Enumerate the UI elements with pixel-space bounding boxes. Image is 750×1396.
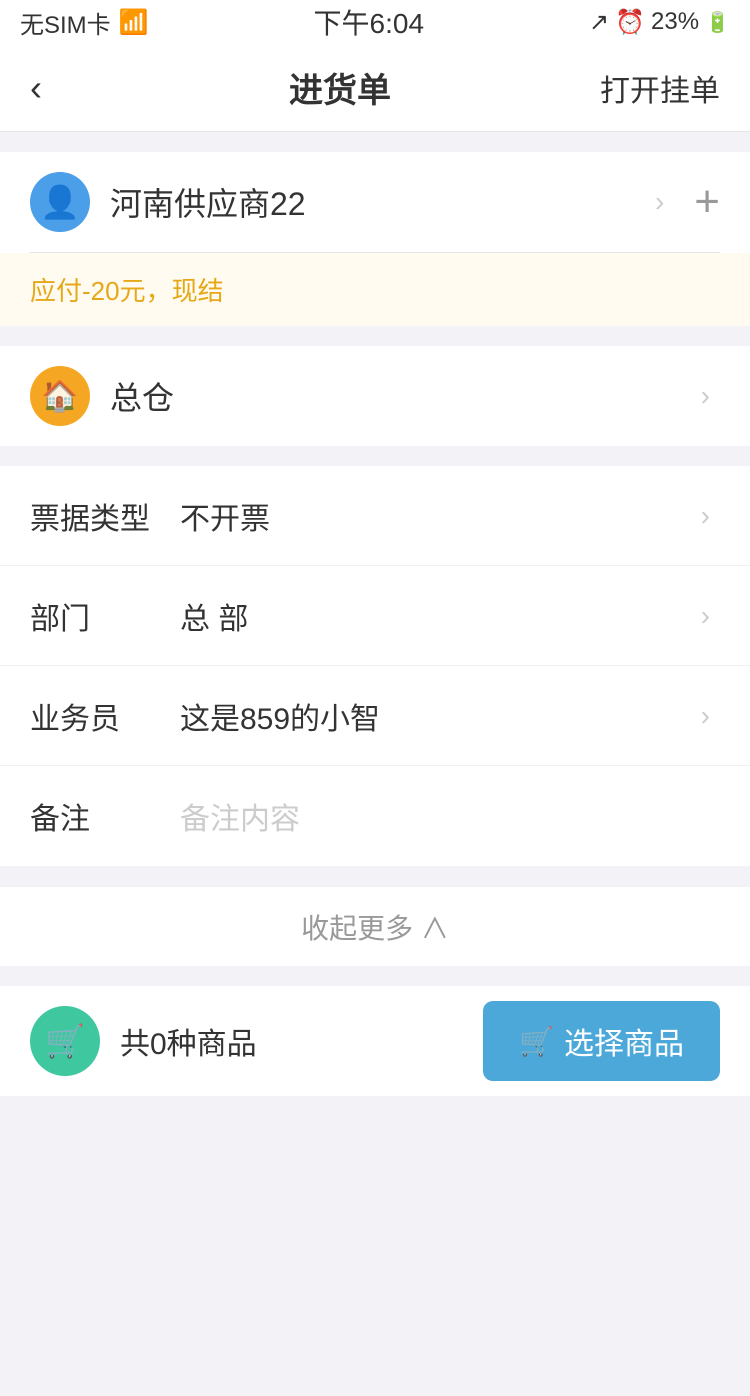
department-label: 部门	[30, 594, 160, 638]
warehouse-icon: 🏠	[41, 379, 78, 414]
bottom-bar: 🛒 共0种商品 🛒 选择商品	[0, 986, 750, 1096]
collapse-label: 收起更多 ∧	[301, 907, 449, 947]
remark-row[interactable]: 备注 备注内容	[0, 766, 750, 866]
section-gap-1	[0, 132, 750, 152]
rest-area	[0, 1096, 750, 1396]
battery-icon: 🔋	[705, 10, 730, 35]
carrier-label: 无SIM卡	[20, 5, 111, 40]
department-chevron-icon: ›	[701, 600, 710, 632]
supplier-avatar: 👤	[30, 172, 90, 232]
salesperson-chevron-icon: ›	[701, 700, 710, 732]
supplier-chevron-icon: ›	[655, 186, 664, 218]
invoice-type-label: 票据类型	[30, 494, 160, 538]
supplier-row[interactable]: 👤 河南供应商22 › +	[0, 152, 750, 252]
invoice-type-row[interactable]: 票据类型 不开票 ›	[0, 466, 750, 566]
warehouse-row[interactable]: 🏠 总仓 ›	[0, 346, 750, 446]
page-title: 进货单	[90, 63, 590, 112]
status-bar: 无SIM卡 📶 下午6:04 ↗ ⏰ 23% 🔋	[0, 0, 750, 44]
nav-bar: ‹ 进货单 打开挂单	[0, 44, 750, 132]
warehouse-icon-wrap: 🏠	[30, 366, 90, 426]
salesperson-label: 业务员	[30, 694, 160, 738]
wifi-icon: 📶	[119, 8, 149, 37]
select-btn-icon: 🛒	[519, 1025, 554, 1058]
invoice-type-chevron-icon: ›	[701, 500, 710, 532]
status-time: 下午6:04	[314, 2, 425, 42]
add-supplier-button[interactable]: +	[694, 177, 720, 227]
location-icon: ↗	[589, 8, 609, 37]
department-value: 总 部	[160, 594, 701, 638]
invoice-type-value: 不开票	[160, 494, 701, 538]
collapse-toggle[interactable]: 收起更多 ∧	[0, 886, 750, 966]
select-product-button[interactable]: 🛒 选择商品	[483, 1001, 720, 1081]
cart-icon: 🛒	[45, 1022, 85, 1060]
open-pending-button[interactable]: 打开挂单	[590, 66, 720, 110]
status-right: ↗ ⏰ 23% 🔋	[589, 8, 730, 37]
supplier-name: 河南供应商22	[110, 179, 655, 225]
salesperson-value: 这是859的小智	[160, 694, 701, 738]
department-row[interactable]: 部门 总 部 ›	[0, 566, 750, 666]
notice-banner: 应付-20元，现结	[0, 253, 750, 326]
battery-label: 23%	[651, 8, 699, 36]
remark-input[interactable]: 备注内容	[160, 794, 720, 838]
remark-label: 备注	[30, 794, 160, 838]
warehouse-name: 总仓	[110, 373, 701, 419]
back-button[interactable]: ‹	[30, 67, 90, 109]
avatar-icon: 👤	[40, 183, 80, 221]
select-btn-label: 选择商品	[564, 1019, 684, 1063]
warehouse-chevron-icon: ›	[701, 380, 710, 412]
cart-icon-wrap: 🛒	[30, 1006, 100, 1076]
form-section: 票据类型 不开票 › 部门 总 部 › 业务员 这是859的小智 › 备注 备注…	[0, 466, 750, 866]
supplier-section: 👤 河南供应商22 › + 应付-20元，现结	[0, 152, 750, 326]
status-left: 无SIM卡 📶	[20, 5, 149, 40]
alarm-icon: ⏰	[615, 8, 645, 37]
product-count: 共0种商品	[120, 1019, 483, 1063]
salesperson-row[interactable]: 业务员 这是859的小智 ›	[0, 666, 750, 766]
notice-text: 应付-20元，现结	[30, 276, 224, 306]
